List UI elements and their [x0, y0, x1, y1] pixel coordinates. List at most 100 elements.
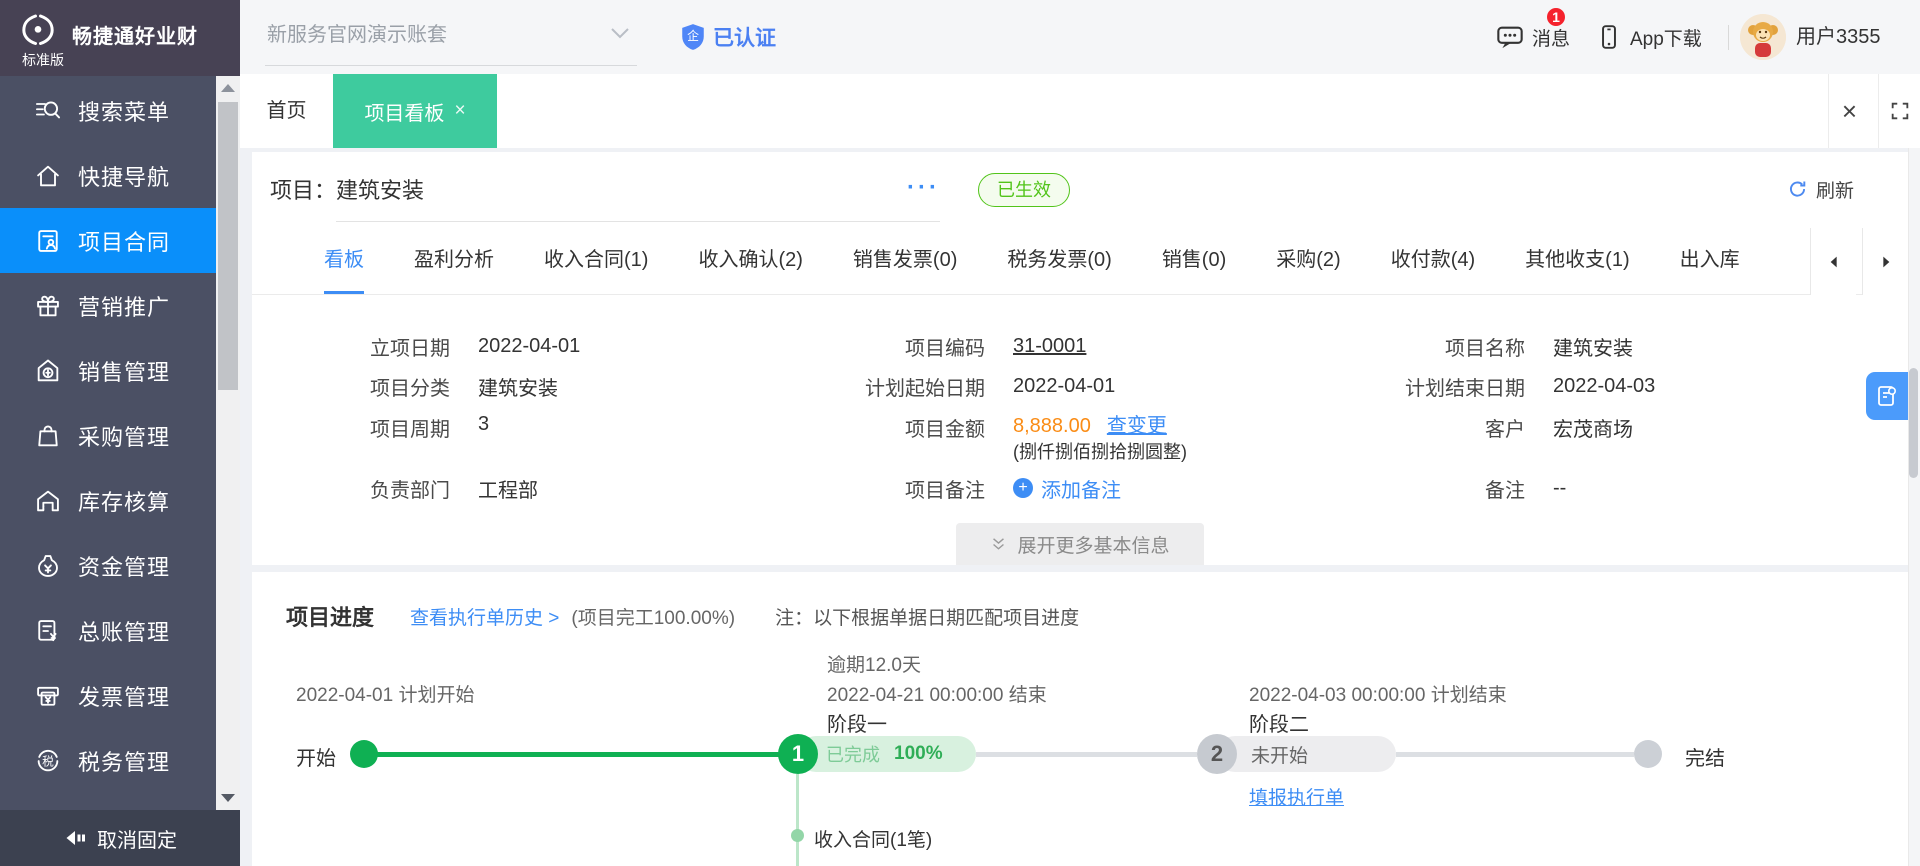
sidebar-scrollbar-thumb[interactable] [218, 102, 238, 390]
detail-tab-收入确认(2)[interactable]: 收入确认(2) [698, 228, 802, 294]
sidebar-item-quick-nav[interactable]: 快捷导航 [0, 143, 216, 208]
contract-icon [33, 226, 63, 256]
floating-note-widget[interactable] [1866, 372, 1908, 420]
close-tab-icon[interactable]: × [454, 100, 465, 122]
project-name-field[interactable]: 建筑安装 [336, 173, 941, 222]
view-changes-link[interactable]: 查变更 [1107, 413, 1167, 439]
more-actions-icon[interactable]: ··· [907, 174, 940, 202]
caret-right-icon [1882, 256, 1889, 267]
sales-icon [33, 356, 63, 386]
topbar: 新服务官网演示账套 企 已认证 消息 1 App下载 用户3355 [240, 0, 1920, 74]
timeline-end-dot [1634, 740, 1662, 768]
execution-history-link[interactable]: 查看执行单历史 > [410, 603, 559, 630]
detail-tab-收入合同(1)[interactable]: 收入合同(1) [544, 228, 648, 294]
expand-more-label: 展开更多基本信息 [1017, 535, 1170, 557]
sidebar-item-label: 营销推广 [78, 294, 171, 320]
detail-tab-销售(0)[interactable]: 销售(0) [1162, 228, 1226, 294]
stage1-status-pill: 已完成 100% [798, 736, 976, 772]
project-title-row: 项目： 建筑安装 ··· 已生效 刷新 [252, 152, 1908, 228]
sidebar-item-search-menu[interactable]: 搜索菜单 [0, 78, 216, 143]
moneybag-icon [33, 551, 63, 581]
field-value: 工程部 [478, 479, 538, 502]
plus-circle-icon: + [1013, 478, 1033, 498]
main-scrollbar-thumb[interactable] [1909, 368, 1918, 478]
avatar[interactable] [1740, 14, 1786, 60]
sidebar-item-inventory-accounting[interactable]: 库存核算 [0, 468, 216, 533]
sidebar-item-project-contract[interactable]: 项目合同 [0, 208, 216, 273]
timeline-segment-done [362, 752, 798, 757]
field-label: 项目备注 [905, 479, 985, 502]
fill-execution-link[interactable]: 填报执行单 [1249, 783, 1344, 810]
unpin-label: 取消固定 [97, 829, 177, 852]
account-selector[interactable]: 新服务官网演示账套 [265, 0, 637, 74]
detail-tab-其他收支(1)[interactable]: 其他收支(1) [1525, 228, 1629, 294]
sidebar-item-sales-mgmt[interactable]: 销售管理 [0, 338, 216, 403]
sidebar-item-invoice-mgmt[interactable]: 发票管理 [0, 663, 216, 728]
scroll-up-icon[interactable] [221, 84, 235, 92]
project-title-label: 项目： [270, 178, 337, 203]
sidebar-item-tax-mgmt[interactable]: 税 税务管理 [0, 728, 216, 793]
sidebar-item-label: 快捷导航 [78, 164, 171, 190]
sidebar-scrollbar[interactable] [216, 76, 240, 810]
timeline-start-label: 开始 [296, 748, 336, 770]
scroll-down-icon[interactable] [221, 794, 235, 802]
add-note-link[interactable]: + 添加备注 [1013, 474, 1313, 503]
tax-icon: 税 [33, 746, 63, 776]
close-all-tabs-button[interactable]: × [1828, 74, 1870, 148]
sidebar-item-ledger-mgmt[interactable]: 总账管理 [0, 598, 216, 663]
sidebar-item-label: 库存核算 [78, 489, 171, 515]
tab-project-board[interactable]: 项目看板 × [333, 74, 497, 148]
invoice-icon [33, 681, 63, 711]
field-value: 2022-04-01 [1013, 374, 1116, 397]
caret-left-icon [1830, 256, 1837, 267]
close-icon: × [1841, 95, 1858, 126]
detail-tab-收付款(4)[interactable]: 收付款(4) [1391, 228, 1475, 294]
stage2-status-pill: 未开始 [1217, 736, 1396, 772]
messages-count-badge: 1 [1545, 6, 1567, 28]
field-label: 项目编码 [905, 337, 985, 360]
stage1-doc-connector [796, 774, 799, 866]
timeline-end-label: 完结 [1685, 748, 1725, 770]
detail-tab-盈利分析[interactable]: 盈利分析 [414, 228, 494, 294]
detail-tab-采购(2)[interactable]: 采购(2) [1276, 228, 1340, 294]
overdue-text: 逾期12.0天 [827, 655, 921, 676]
tab-project-board-label: 项目看板 [364, 102, 445, 125]
tab-home[interactable]: 首页 [240, 74, 333, 148]
detail-tab-看板[interactable]: 看板 [324, 228, 364, 294]
unpin-sidebar-button[interactable]: 取消固定 [0, 810, 240, 866]
sidebar-item-marketing[interactable]: 营销推广 [0, 273, 216, 338]
certified-badge[interactable]: 企 已认证 [680, 0, 776, 74]
sidebar-item-purchase-mgmt[interactable]: 采购管理 [0, 403, 216, 468]
field-label: 备注 [1485, 479, 1525, 502]
sidebar-item-funds-mgmt[interactable]: 资金管理 [0, 533, 216, 598]
svg-text:税: 税 [42, 754, 54, 768]
expand-more-info-button[interactable]: 展开更多基本信息 [956, 523, 1204, 565]
account-selector-value: 新服务官网演示账套 [267, 24, 447, 46]
tabs-scroll-left-button[interactable] [1810, 228, 1856, 295]
sidebar-item-label: 发票管理 [78, 684, 171, 710]
detail-tab-销售发票(0)[interactable]: 销售发票(0) [853, 228, 957, 294]
field-label: 客户 [1485, 419, 1525, 441]
stage1-status: 已完成 [826, 745, 880, 765]
main-scrollbar[interactable] [1908, 148, 1920, 866]
field-label: 负责部门 [370, 479, 450, 502]
field-label: 计划结束日期 [1405, 377, 1525, 400]
completion-percent: (项目完工100.00%) [571, 607, 736, 629]
detail-tab-出入库[interactable]: 出入库 [1680, 228, 1740, 294]
field-value: 3 [478, 413, 490, 435]
home-icon [33, 161, 63, 191]
username[interactable]: 用户3355 [1796, 0, 1881, 74]
refresh-button[interactable]: 刷新 [1787, 176, 1854, 203]
project-code-link[interactable]: 31-0001 [1013, 335, 1086, 357]
messages-button[interactable]: 消息 1 [1496, 0, 1570, 74]
field-value: 宏茂商场 [1553, 419, 1633, 441]
document-edit-icon [1878, 386, 1897, 406]
stage1-end-time: 2022-04-21 00:00:00 结束 [827, 685, 1047, 706]
sidebar-item-label: 资金管理 [78, 554, 171, 580]
app-download-button[interactable]: App下载 [1596, 0, 1702, 74]
amount-in-words: (捌仟捌佰捌拾捌圆整) [1013, 442, 1187, 462]
fullscreen-button[interactable] [1878, 74, 1920, 148]
detail-tab-税务发票(0)[interactable]: 税务发票(0) [1007, 228, 1111, 294]
tabs-scroll-right-button[interactable] [1862, 228, 1908, 295]
monkey-avatar-image [1740, 14, 1786, 60]
